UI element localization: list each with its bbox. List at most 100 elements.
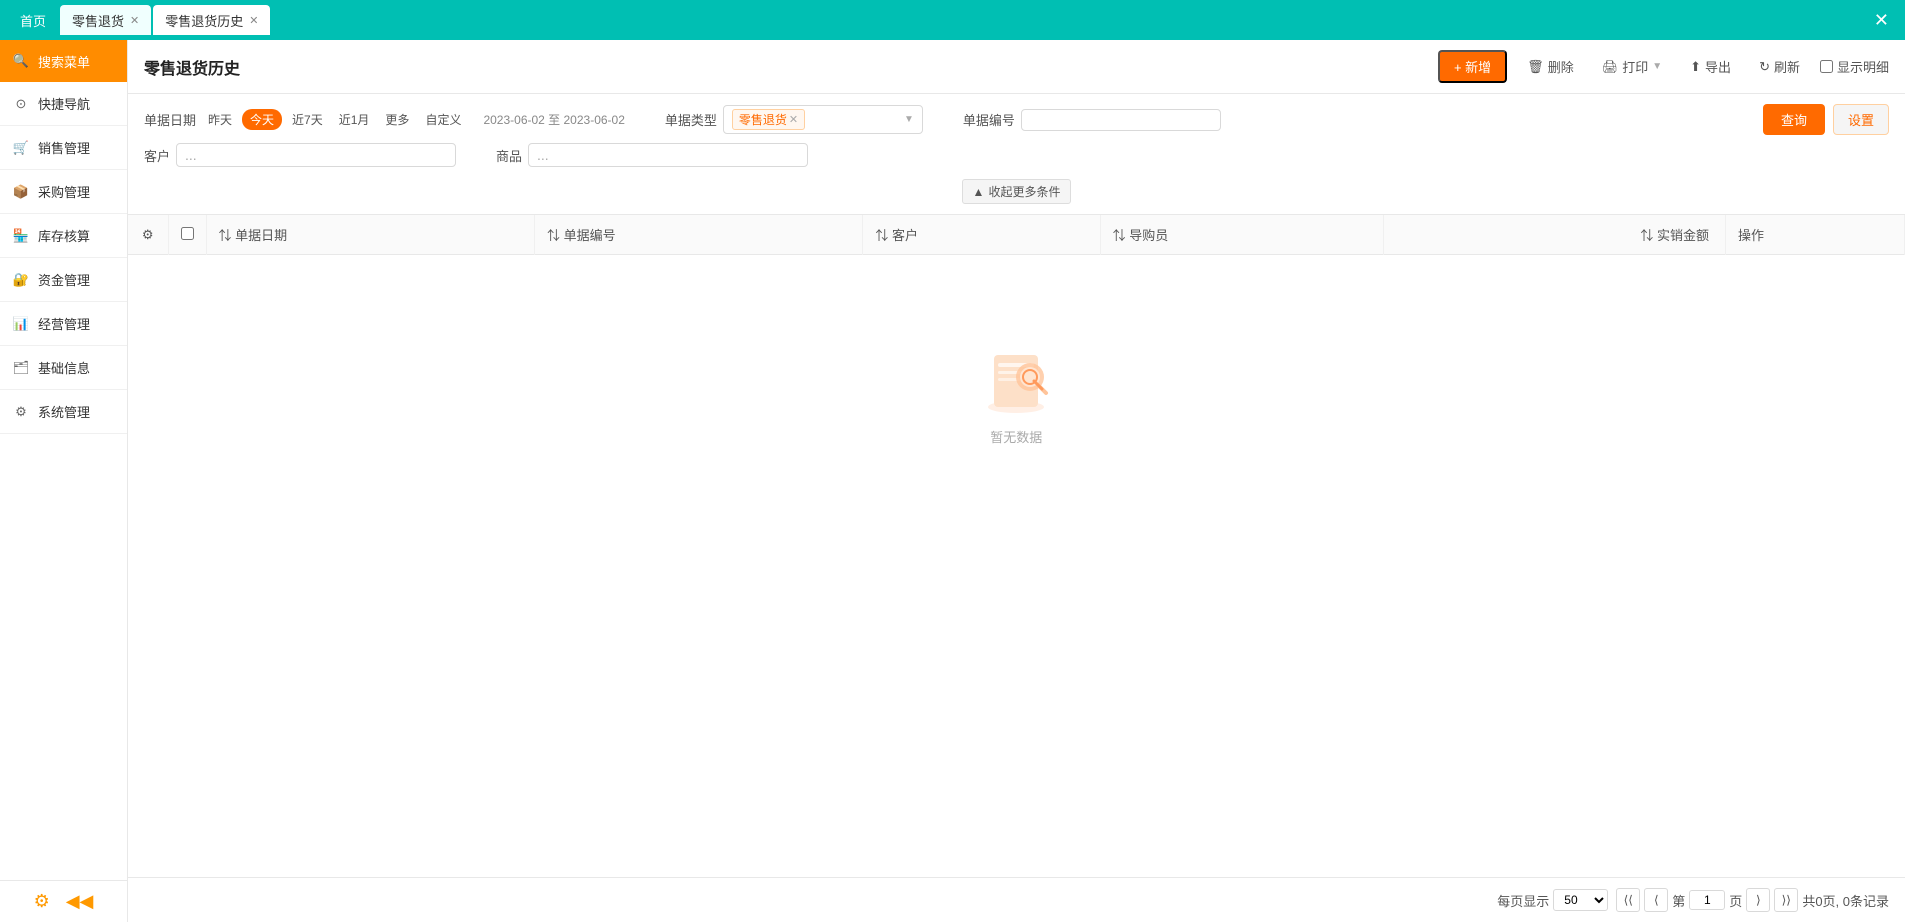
doc-type-tag-close[interactable]: ✕ bbox=[789, 113, 798, 126]
system-icon: ⚙ bbox=[12, 403, 30, 421]
export-button[interactable]: ⬆ 导出 bbox=[1682, 53, 1739, 80]
show-detail-checkbox[interactable] bbox=[1820, 60, 1833, 73]
tab-bar: 首页 零售退货 ✕ 零售退货历史 ✕ bbox=[8, 5, 1874, 35]
page-header: 零售退货历史 + 新增 🗑 删除 🖨 打印 ▼ ⬆ 导出 ↻ bbox=[128, 40, 1905, 94]
tab-return-label: 零售退货 bbox=[72, 11, 124, 30]
sidebar-item-purchase-label: 采购管理 bbox=[38, 182, 90, 201]
inventory-icon: 🏪 bbox=[12, 227, 30, 245]
customer-label: 客户 bbox=[144, 146, 170, 165]
first-page-button[interactable]: ⟨⟨ bbox=[1616, 888, 1640, 912]
refresh-button[interactable]: ↻ 刷新 bbox=[1751, 53, 1808, 80]
search-button[interactable]: 查询 bbox=[1763, 104, 1825, 135]
filter-row-2: 客户 ... 商品 ... bbox=[144, 143, 1889, 167]
sidebar-item-inventory[interactable]: 🏪 库存核算 bbox=[0, 214, 127, 258]
tab-return-history-label: 零售退货历史 bbox=[165, 11, 243, 30]
tab-home-label: 首页 bbox=[20, 11, 46, 30]
sidebar-item-operation-label: 经营管理 bbox=[38, 314, 90, 333]
date-more[interactable]: 更多 bbox=[379, 109, 415, 130]
tab-return-history[interactable]: 零售退货历史 ✕ bbox=[153, 5, 270, 35]
main-layout: 🔍 搜索菜单 ⊙ 快捷导航 🛒 销售管理 📦 采购管理 🏪 库存核算 🔐 资金管… bbox=[0, 40, 1905, 922]
th-doc-date[interactable]: ⇅ 单据日期 bbox=[206, 215, 534, 255]
page-label: 第 bbox=[1672, 891, 1685, 910]
filter-area: 单据日期 昨天 今天 近7天 近1月 更多 自定义 2023-06-02 至 2… bbox=[128, 94, 1905, 215]
tab-home[interactable]: 首页 bbox=[8, 5, 58, 35]
data-table: ⚙ ⇅ 单据日期 ⇅ 单据编号 ⇅ 客户 bbox=[128, 215, 1905, 526]
date-yesterday[interactable]: 昨天 bbox=[202, 109, 238, 130]
page-size-select: 每页显示 50 10 20 100 bbox=[1497, 889, 1608, 911]
customer-select[interactable]: ... bbox=[176, 143, 456, 167]
table-header-row: ⚙ ⇅ 单据日期 ⇅ 单据编号 ⇅ 客户 bbox=[128, 215, 1905, 255]
sidebar-item-operation[interactable]: 📊 经营管理 bbox=[0, 302, 127, 346]
th-guide[interactable]: ⇅ 导购员 bbox=[1100, 215, 1383, 255]
sidebar-item-basic[interactable]: 🗂 基础信息 bbox=[0, 346, 127, 390]
page-number-input[interactable] bbox=[1689, 890, 1725, 910]
top-bar-right: ✕ bbox=[1874, 10, 1905, 31]
last-page-button[interactable]: ⟩⟩ bbox=[1774, 888, 1798, 912]
th-customer[interactable]: ⇅ 客户 bbox=[863, 215, 1100, 255]
date-today[interactable]: 今天 bbox=[242, 109, 282, 130]
empty-illustration bbox=[976, 335, 1056, 415]
sidebar-item-quick-nav-label: 快捷导航 bbox=[38, 94, 90, 113]
purchase-icon: 📦 bbox=[12, 183, 30, 201]
page-title: 零售退货历史 bbox=[144, 55, 240, 79]
content-area: 零售退货历史 + 新增 🗑 删除 🖨 打印 ▼ ⬆ 导出 ↻ bbox=[128, 40, 1905, 922]
sidebar-bottom: ⚙ ◀◀ bbox=[0, 880, 127, 922]
date-custom[interactable]: 自定义 bbox=[419, 109, 467, 130]
operation-icon: 📊 bbox=[12, 315, 30, 333]
add-button[interactable]: + 新增 bbox=[1438, 50, 1507, 83]
doc-type-label: 单据类型 bbox=[665, 110, 717, 129]
collapse-button[interactable]: ▲ 收起更多条件 bbox=[962, 179, 1072, 204]
print-button[interactable]: 🖨 打印 ▼ bbox=[1594, 53, 1670, 80]
sidebar-item-finance-label: 资金管理 bbox=[38, 270, 90, 289]
tab-return-close[interactable]: ✕ bbox=[130, 14, 139, 27]
th-amount[interactable]: ⇅ 实销金额 bbox=[1383, 215, 1725, 255]
sidebar-item-sales-label: 销售管理 bbox=[38, 138, 90, 157]
total-pages-text: 共0页, 0条记录 bbox=[1802, 891, 1889, 910]
sidebar-item-inventory-label: 库存核算 bbox=[38, 226, 90, 245]
sidebar-item-quick-nav[interactable]: ⊙ 快捷导航 bbox=[0, 82, 127, 126]
select-all-checkbox[interactable] bbox=[181, 227, 194, 240]
th-settings[interactable]: ⚙ bbox=[128, 215, 168, 255]
tab-return[interactable]: 零售退货 ✕ bbox=[60, 5, 151, 35]
sidebar-item-system[interactable]: ⚙ 系统管理 bbox=[0, 390, 127, 434]
sidebar-item-finance[interactable]: 🔐 资金管理 bbox=[0, 258, 127, 302]
home-icon: ⊙ bbox=[12, 95, 30, 113]
goods-dots: ... bbox=[537, 147, 549, 163]
sidebar-item-system-label: 系统管理 bbox=[38, 402, 90, 421]
sidebar-search[interactable]: 🔍 搜索菜单 bbox=[0, 40, 127, 82]
settings-bottom-icon[interactable]: ⚙ bbox=[34, 891, 50, 912]
finance-icon: 🔐 bbox=[12, 271, 30, 289]
page-size-dropdown[interactable]: 50 10 20 100 bbox=[1553, 889, 1608, 911]
th-checkbox bbox=[168, 215, 206, 255]
goods-select[interactable]: ... bbox=[528, 143, 808, 167]
delete-button[interactable]: 🗑 删除 bbox=[1519, 53, 1582, 80]
show-detail-checkbox-label[interactable]: 显示明细 bbox=[1820, 57, 1889, 76]
empty-state: 暂无数据 bbox=[128, 255, 1905, 526]
sidebar-item-basic-label: 基础信息 bbox=[38, 358, 90, 377]
customer-dots: ... bbox=[185, 147, 197, 163]
doc-type-tag: 零售退货 ✕ bbox=[732, 109, 805, 130]
prev-page-button[interactable]: ⟨ bbox=[1644, 888, 1668, 912]
date-7days[interactable]: 近7天 bbox=[286, 109, 329, 130]
filter-row-1: 单据日期 昨天 今天 近7天 近1月 更多 自定义 2023-06-02 至 2… bbox=[144, 104, 1889, 135]
print-dropdown-icon: ▼ bbox=[1652, 61, 1662, 72]
date-options: 昨天 今天 近7天 近1月 更多 自定义 bbox=[202, 109, 467, 130]
goods-label: 商品 bbox=[496, 146, 522, 165]
date-filter: 单据日期 昨天 今天 近7天 近1月 更多 自定义 bbox=[144, 109, 467, 130]
date-1month[interactable]: 近1月 bbox=[333, 109, 376, 130]
volume-icon[interactable]: ◀◀ bbox=[66, 891, 94, 912]
filter-action-buttons: 查询 设置 bbox=[1763, 104, 1889, 135]
tab-return-history-close[interactable]: ✕ bbox=[249, 14, 258, 27]
doc-no-input[interactable] bbox=[1021, 109, 1221, 131]
sidebar-item-sales[interactable]: 🛒 销售管理 bbox=[0, 126, 127, 170]
sidebar-item-purchase[interactable]: 📦 采购管理 bbox=[0, 170, 127, 214]
page-actions: + 新增 🗑 删除 🖨 打印 ▼ ⬆ 导出 ↻ 刷新 bbox=[1438, 50, 1889, 83]
basic-icon: 🗂 bbox=[12, 359, 30, 377]
th-doc-no[interactable]: ⇅ 单据编号 bbox=[534, 215, 862, 255]
sidebar-search-label: 搜索菜单 bbox=[38, 52, 90, 71]
next-page-button[interactable]: ⟩ bbox=[1746, 888, 1770, 912]
filter-settings-button[interactable]: 设置 bbox=[1833, 104, 1889, 135]
window-close-button[interactable]: ✕ bbox=[1874, 10, 1889, 31]
doc-no-filter: 单据编号 bbox=[963, 109, 1221, 131]
doc-type-select[interactable]: 零售退货 ✕ ▼ bbox=[723, 105, 923, 134]
